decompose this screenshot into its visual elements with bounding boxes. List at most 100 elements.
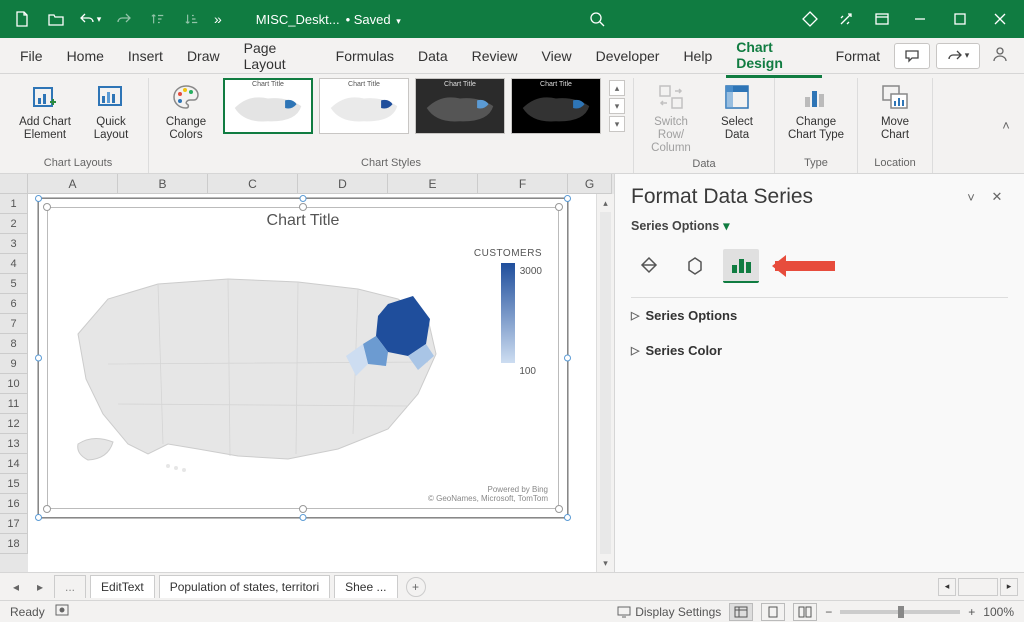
fill-line-icon[interactable] [631, 249, 667, 283]
resize-handle[interactable] [564, 195, 571, 202]
page-layout-view-icon[interactable] [761, 603, 785, 621]
hscroll-left[interactable]: ◂ [938, 578, 956, 596]
tab-format[interactable]: Format [826, 42, 890, 70]
col-F[interactable]: F [478, 174, 568, 194]
resize-handle[interactable] [43, 203, 51, 211]
panel-close-icon[interactable]: ✕ [984, 184, 1010, 210]
chart-style-1[interactable]: Chart Title [223, 78, 313, 134]
plot-area[interactable]: Chart Title [47, 207, 559, 509]
move-chart-button[interactable]: Move Chart [866, 78, 924, 142]
comments-button[interactable] [894, 43, 930, 69]
zoom-slider[interactable] [840, 610, 960, 614]
resize-handle[interactable] [555, 505, 563, 513]
row-5[interactable]: 5 [0, 274, 28, 294]
series-options-icon[interactable] [723, 249, 759, 283]
row-16[interactable]: 16 [0, 494, 28, 514]
row-4[interactable]: 4 [0, 254, 28, 274]
gallery-down[interactable]: ▾ [609, 98, 625, 114]
qat-overflow[interactable]: » [210, 11, 226, 27]
zoom-level[interactable]: 100% [983, 605, 1014, 619]
vertical-scrollbar[interactable]: ▴▾ [596, 194, 614, 572]
col-B[interactable]: B [118, 174, 208, 194]
minimize-button[interactable] [902, 4, 938, 34]
open-folder-icon[interactable] [40, 4, 72, 34]
sheet-nav-prev[interactable]: ◂ [6, 580, 26, 594]
page-break-view-icon[interactable] [793, 603, 817, 621]
sheet-tab[interactable]: Population of states, territori [159, 575, 330, 598]
resize-handle[interactable] [299, 505, 307, 513]
share-button[interactable]: ▾ [936, 43, 980, 69]
section-series-options[interactable]: ▷Series Options [615, 298, 1024, 333]
close-button[interactable] [982, 4, 1018, 34]
row-17[interactable]: 17 [0, 514, 28, 534]
col-G[interactable]: G [568, 174, 612, 194]
row-2[interactable]: 2 [0, 214, 28, 234]
display-settings-button[interactable]: Display Settings [617, 605, 721, 619]
row-6[interactable]: 6 [0, 294, 28, 314]
change-colors-button[interactable]: Change Colors [157, 78, 215, 142]
gallery-up[interactable]: ▴ [609, 80, 625, 96]
tab-data[interactable]: Data [408, 42, 458, 70]
row-18[interactable]: 18 [0, 534, 28, 554]
hscroll-right[interactable]: ▸ [1000, 578, 1018, 596]
select-data-button[interactable]: Select Data [708, 78, 766, 142]
tab-review[interactable]: Review [462, 42, 528, 70]
search-icon[interactable] [581, 4, 613, 34]
tab-developer[interactable]: Developer [586, 42, 670, 70]
sheet-tab-overflow[interactable]: ... [54, 575, 86, 598]
resize-handle[interactable] [564, 514, 571, 521]
col-C[interactable]: C [208, 174, 298, 194]
ribbon-display-icon[interactable] [866, 4, 898, 34]
row-7[interactable]: 7 [0, 314, 28, 334]
tab-formulas[interactable]: Formulas [326, 42, 404, 70]
tab-insert[interactable]: Insert [118, 42, 173, 70]
chart-style-4[interactable]: Chart Title [511, 78, 601, 134]
chart-style-3[interactable]: Chart Title [415, 78, 505, 134]
zoom-in-button[interactable]: + [968, 605, 975, 619]
normal-view-icon[interactable] [729, 603, 753, 621]
resize-handle[interactable] [43, 505, 51, 513]
tab-view[interactable]: View [532, 42, 582, 70]
resize-handle[interactable] [564, 355, 571, 362]
sheet-tab[interactable]: EditText [90, 575, 155, 598]
tab-draw[interactable]: Draw [177, 42, 230, 70]
record-macro-icon[interactable] [55, 603, 71, 620]
row-14[interactable]: 14 [0, 454, 28, 474]
select-all-corner[interactable] [0, 174, 28, 194]
maximize-button[interactable] [942, 4, 978, 34]
change-chart-type-button[interactable]: Change Chart Type [783, 78, 849, 142]
resize-handle[interactable] [35, 195, 42, 202]
tab-help[interactable]: Help [673, 42, 722, 70]
row-10[interactable]: 10 [0, 374, 28, 394]
tab-home[interactable]: Home [57, 42, 114, 70]
row-3[interactable]: 3 [0, 234, 28, 254]
zoom-out-button[interactable]: − [825, 605, 832, 619]
resize-handle[interactable] [35, 355, 42, 362]
hscroll-track[interactable] [958, 578, 998, 596]
resize-handle[interactable] [35, 514, 42, 521]
effects-icon[interactable] [677, 249, 713, 283]
resize-handle[interactable] [300, 514, 307, 521]
resize-handle[interactable] [299, 203, 307, 211]
chart-style-2[interactable]: Chart Title [319, 78, 409, 134]
chart-legend[interactable]: CUSTOMERS 3000 100 [466, 248, 550, 365]
panel-subtitle[interactable]: Series Options▾ [615, 214, 1024, 243]
col-A[interactable]: A [28, 174, 118, 194]
new-sheet-button[interactable]: + [406, 577, 426, 597]
row-12[interactable]: 12 [0, 414, 28, 434]
tab-page-layout[interactable]: Page Layout [234, 34, 322, 78]
tab-chart-design[interactable]: Chart Design [726, 33, 821, 78]
row-1[interactable]: 1 [0, 194, 28, 214]
map-series[interactable] [58, 244, 458, 474]
account-icon[interactable] [986, 45, 1014, 66]
gallery-more[interactable]: ▾ [609, 116, 625, 132]
sort-asc-icon[interactable] [142, 4, 174, 34]
row-11[interactable]: 11 [0, 394, 28, 414]
sheet-nav-next[interactable]: ▸ [30, 580, 50, 594]
collapse-ribbon-icon[interactable]: ˄ [996, 116, 1016, 136]
chart-title[interactable]: Chart Title [48, 208, 558, 234]
undo-icon[interactable]: ▾ [74, 4, 106, 34]
redo-icon[interactable] [108, 4, 140, 34]
diamond-icon[interactable] [794, 4, 826, 34]
quick-layout-button[interactable]: Quick Layout [82, 78, 140, 142]
